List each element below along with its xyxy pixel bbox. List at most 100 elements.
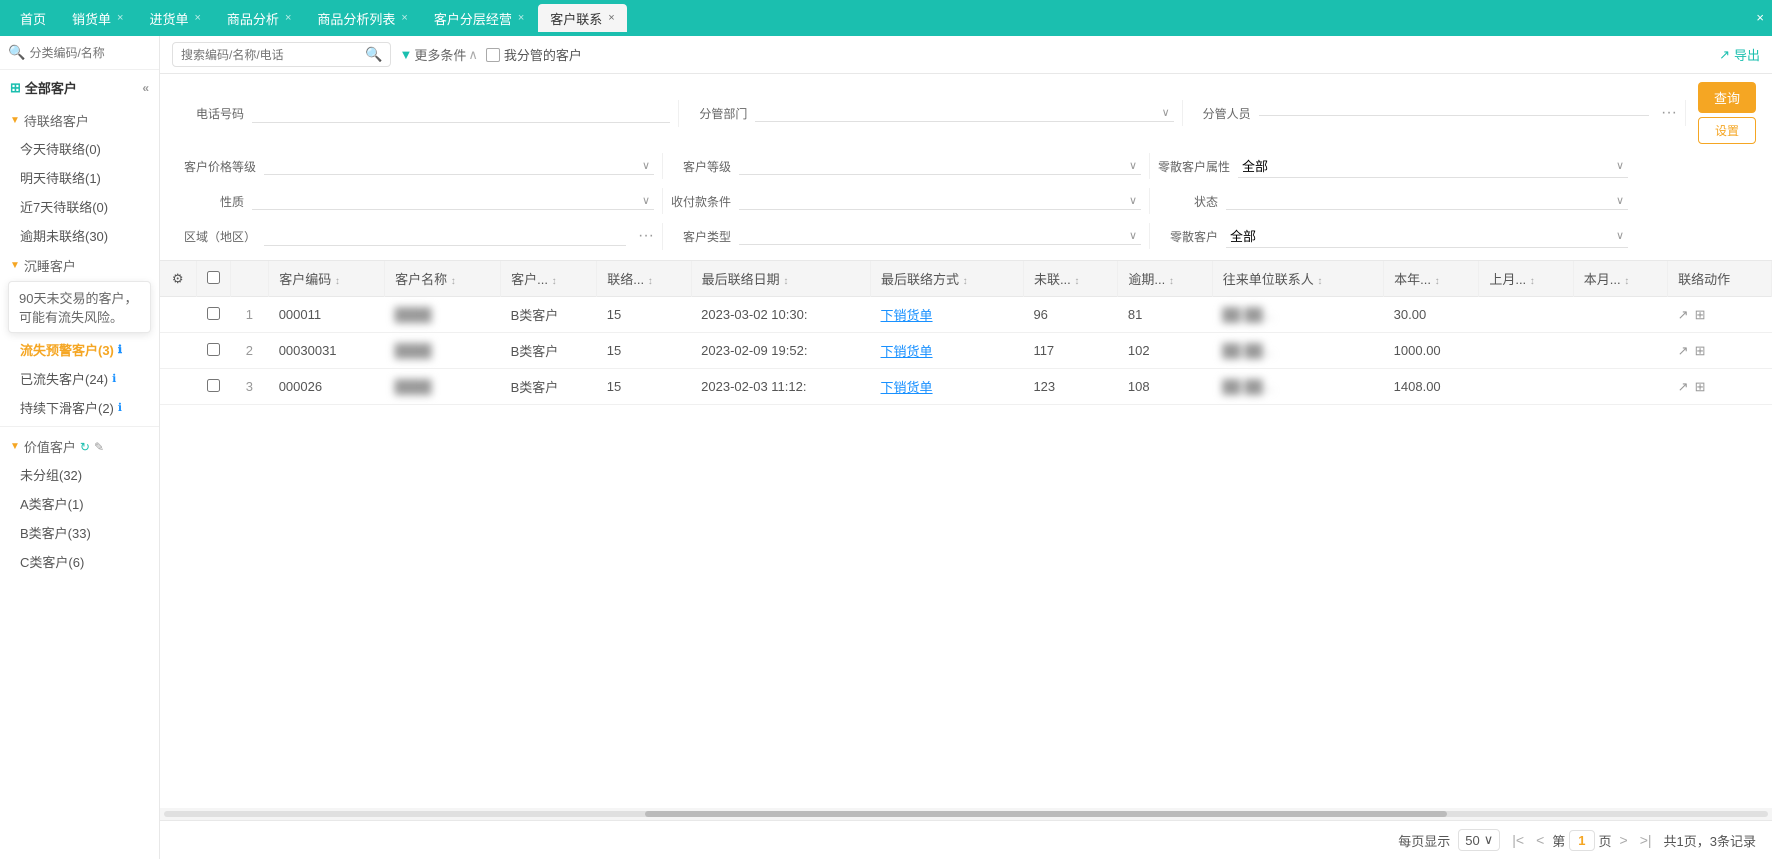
filter-select-dept[interactable]: ∨ [755,104,1173,122]
close-all-button[interactable]: × [1756,9,1764,27]
table-header-last-contact-type[interactable]: 最后联络方式 ↕ [871,261,1024,297]
table-header-level[interactable]: 客户... ↕ [501,261,597,297]
sidebar-item-type-b-label: B类客户(33) [20,523,91,542]
action-icon-link-1[interactable]: ↗ [1678,343,1689,359]
value-edit-icon[interactable]: ✎ [94,440,104,454]
action-icon-more-2[interactable]: ⊞ [1695,379,1706,395]
nav-tab-sales[interactable]: 销货单 × [60,4,135,32]
filter-select-payment[interactable]: ∨ [739,192,1141,210]
table-header-code[interactable]: 客户编码 ↕ [269,261,385,297]
page-next-button[interactable]: > [1616,830,1632,850]
row-checkbox-0[interactable] [196,297,230,333]
more-conditions-button[interactable]: ▼ 更多条件 ∧ [399,45,477,64]
filter-select-person[interactable] [1259,111,1649,116]
value-refresh-icon[interactable]: ↻ [80,440,90,454]
nav-tab-sales-close[interactable]: × [117,12,123,24]
action-icon-more-1[interactable]: ⊞ [1695,343,1706,359]
row-this-year-0: 30.00 [1384,297,1479,333]
row-checkbox-2[interactable] [196,369,230,405]
nav-tab-analysis-close[interactable]: × [285,12,291,24]
filter-select-nature[interactable]: ∨ [252,192,654,210]
page-navigation: |< < 第 1 页 > >| [1508,830,1655,851]
filter-select-customer-type[interactable]: ∨ [739,227,1141,245]
filter-label-nature: 性质 [184,193,244,210]
table-header-row: ⚙ 客户编码 ↕ 客户名称 ↕ [160,261,1772,297]
row-last-month-1 [1479,333,1573,369]
nav-tab-customer-tier-close[interactable]: × [518,12,524,24]
filter-select-price-level[interactable]: ∨ [264,157,654,175]
table-header-uncontacted[interactable]: 未联... ↕ [1023,261,1117,297]
nav-tab-customer-tier[interactable]: 客户分层经营 × [422,4,536,32]
query-button[interactable]: 查询 [1698,82,1756,113]
my-customers-toggle[interactable]: 我分管的客户 [486,45,582,64]
my-customers-checkbox[interactable] [486,48,500,62]
table-header-gear[interactable]: ⚙ [160,261,196,297]
filter-select-retail-customer[interactable]: 全部 ∨ [1226,224,1628,248]
export-button[interactable]: ↗ 导出 [1719,45,1760,64]
sidebar-item-churn-alert[interactable]: 流失预警客户(3) ℹ [0,335,159,364]
nav-tab-customer-link-close[interactable]: × [608,12,614,24]
table-header-checkbox[interactable] [196,261,230,297]
filter-select-retail-attr[interactable]: 全部 ∨ [1238,154,1628,178]
sidebar-item-tomorrow[interactable]: 明天待联络(1) [0,163,159,192]
page-last-button[interactable]: >| [1636,830,1656,850]
nav-tab-analysis[interactable]: 商品分析 × [215,4,303,32]
table-header-last-month[interactable]: 上月... ↕ [1479,261,1573,297]
nav-tab-purchase[interactable]: 进货单 × [137,4,212,32]
page-size-select[interactable]: 50 ∨ [1458,829,1500,851]
sidebar-item-overdue[interactable]: 逾期未联络(30) [0,221,159,250]
toolbar-search-icon[interactable]: 🔍 [365,46,382,63]
row-code-0: 000011 [269,297,385,333]
table-header-this-year[interactable]: 本年... ↕ [1384,261,1479,297]
table-header-last-contact-date[interactable]: 最后联络日期 ↕ [691,261,870,297]
row-last-contact-type-0[interactable]: 下销货单 [871,297,1024,333]
row-last-contact-type-2[interactable]: 下销货单 [871,369,1024,405]
filter-dots-region[interactable]: ··· [638,227,654,245]
page-size-value: 50 [1465,833,1479,848]
table-header-overdue[interactable]: 逾期... ↕ [1118,261,1212,297]
row-uncontacted-2: 123 [1023,369,1117,405]
action-icon-more-0[interactable]: ⊞ [1695,307,1706,323]
action-icon-link-0[interactable]: ↗ [1678,307,1689,323]
sidebar-item-churn-recover[interactable]: 持续下滑客户(2) ℹ [0,393,159,422]
sidebar-item-type-c[interactable]: C类客户(6) [0,547,159,576]
filter-select-customer-level[interactable]: ∨ [739,157,1141,175]
filter-input-region[interactable] [264,227,626,246]
scrollbar-thumb[interactable] [645,811,1447,817]
page-first-button[interactable]: |< [1508,830,1528,850]
row-last-contact-type-1[interactable]: 下销货单 [871,333,1024,369]
filter-dots-person[interactable]: ··· [1661,104,1677,122]
nav-tab-analysis-list-close[interactable]: × [401,12,407,24]
row-unit-contact-0: ██ ██... [1212,297,1383,333]
table-header-unit-contact[interactable]: 往来单位联系人 ↕ [1212,261,1383,297]
filter-label-retail-customer: 零散客户 [1158,228,1218,245]
row-checkbox-1[interactable] [196,333,230,369]
table-header-name[interactable]: 客户名称 ↕ [385,261,501,297]
sidebar-item-type-a[interactable]: A类客户(1) [0,489,159,518]
nav-tab-purchase-close[interactable]: × [194,12,200,24]
select-all-checkbox[interactable] [207,271,220,284]
horizontal-scrollbar[interactable] [160,808,1772,820]
col-label-overdue: 逾期... [1128,272,1165,287]
table-header-contact[interactable]: 联络... ↕ [597,261,691,297]
row-last-contact-date-2: 2023-02-03 11:12: [691,369,870,405]
filter-select-status[interactable]: ∨ [1226,192,1628,210]
nav-tab-home[interactable]: 首页 [8,4,58,32]
sidebar-section-churn: ▼ 沉睡客户 [0,250,159,279]
sidebar-item-week[interactable]: 近7天待联络(0) [0,192,159,221]
sidebar-item-today[interactable]: 今天待联络(0) [0,134,159,163]
sidebar-item-type-b[interactable]: B类客户(33) [0,518,159,547]
sidebar-item-churn-already[interactable]: 已流失客户(24) ℹ [0,364,159,393]
sidebar-all-customers[interactable]: ⊞ 全部客户 « [0,70,159,105]
sidebar-item-ungrouped[interactable]: 未分组(32) [0,460,159,489]
nav-tab-customer-link[interactable]: 客户联系 × [538,4,626,32]
toolbar-search-input[interactable] [181,48,361,62]
triangle-icon-3: ▼ [10,441,20,452]
filter-input-phone[interactable] [252,104,670,123]
action-icon-link-2[interactable]: ↗ [1678,379,1689,395]
nav-tab-analysis-list[interactable]: 商品分析列表 × [305,4,419,32]
table-header-this-month[interactable]: 本月... ↕ [1573,261,1667,297]
page-prev-button[interactable]: < [1532,830,1548,850]
toolbar-right: ↗ 导出 [1719,45,1760,64]
settings-button[interactable]: 设置 [1698,117,1756,144]
